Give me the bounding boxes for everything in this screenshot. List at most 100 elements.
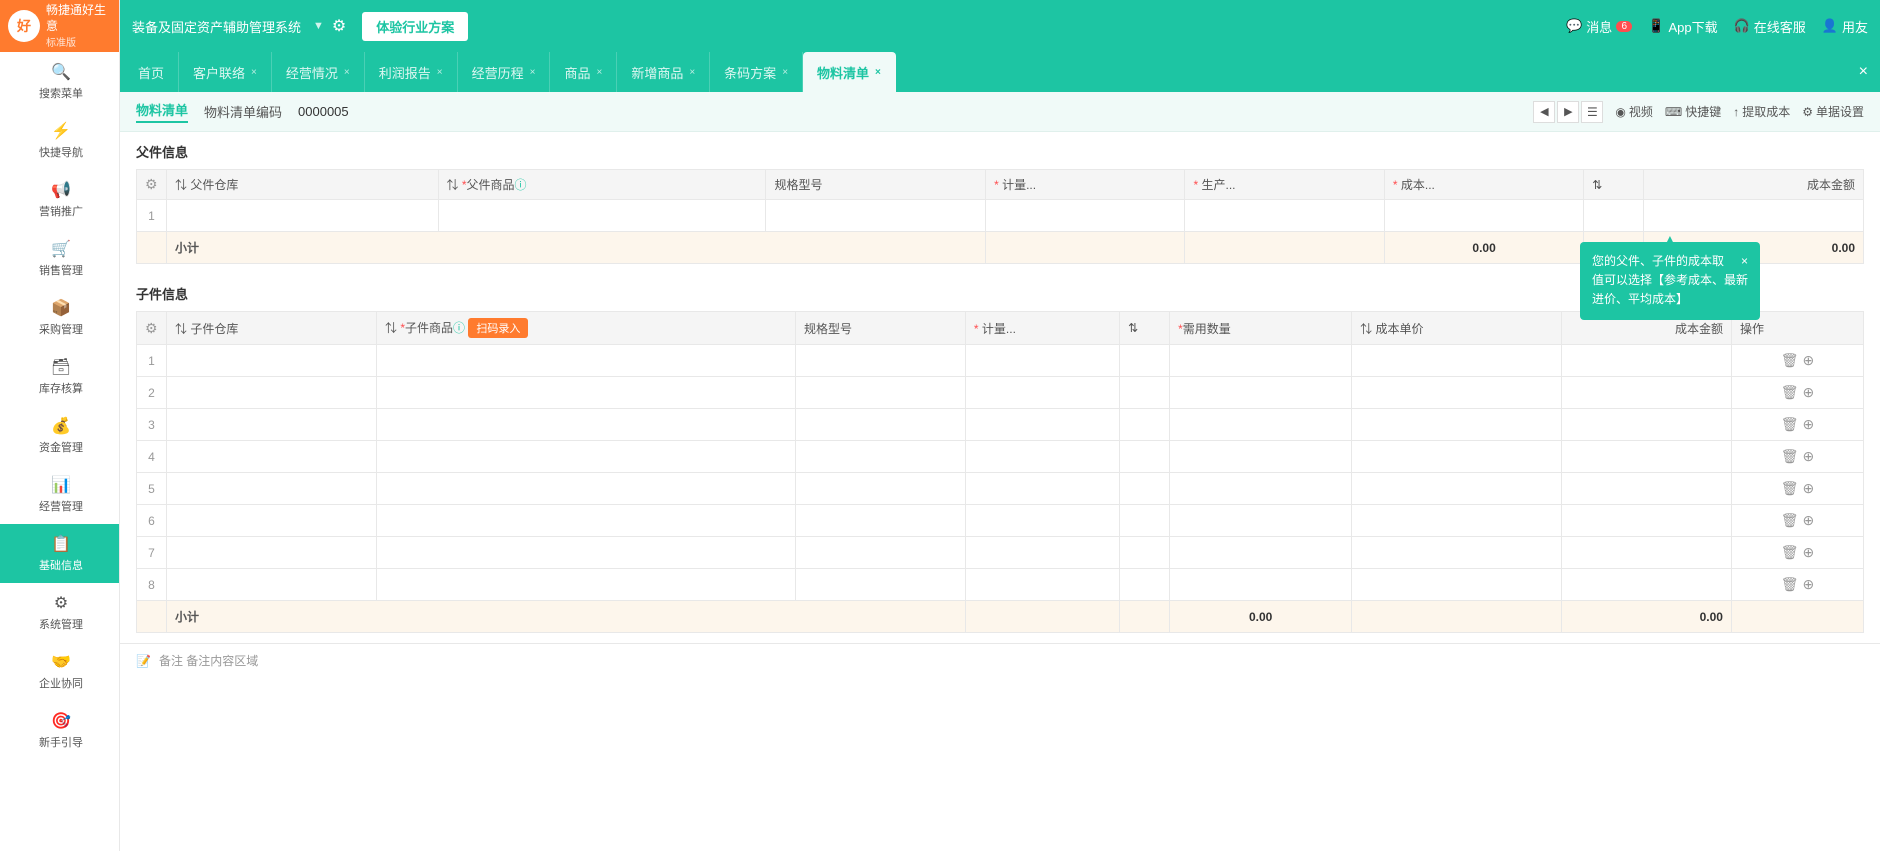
sidebar-item-marketing[interactable]: 📢 营销推广 [0,170,119,229]
child-row-qty[interactable] [1170,505,1352,537]
delete-icon[interactable]: 🗑 [1781,448,1799,465]
trial-button[interactable]: 体验行业方案 [362,12,468,41]
tab-profit-close[interactable]: × [437,67,443,78]
child-row-spec[interactable] [796,505,966,537]
tab-operations-close[interactable]: × [344,67,350,78]
child-row-qty[interactable] [1170,473,1352,505]
copy-icon[interactable]: ⊕ [1803,416,1815,433]
copy-icon[interactable]: ⊕ [1803,384,1815,401]
delete-icon[interactable]: 🗑 [1781,544,1799,561]
copy-icon[interactable]: ⊕ [1803,576,1815,593]
sidebar-item-operations-mgmt[interactable]: 📊 经营管理 [0,465,119,524]
child-th-gear[interactable]: ⚙ [137,312,167,345]
subheader-tab2[interactable]: 物料清单编码 [204,102,282,121]
subheader-tab1[interactable]: 物料清单 [136,100,188,123]
child-row-measure[interactable] [965,505,1119,537]
copy-icon[interactable]: ⊕ [1803,512,1815,529]
sidebar-item-purchase[interactable]: 📦 采购管理 [0,288,119,347]
child-row-unit-cost[interactable] [1352,377,1562,409]
child-row-spec[interactable] [796,345,966,377]
delete-icon[interactable]: 🗑 [1781,576,1799,593]
tab-customer[interactable]: 客户联络 × [179,52,272,92]
tab-history-close[interactable]: × [530,67,536,78]
sidebar-item-quick-nav[interactable]: ⚡ 快捷导航 [0,111,119,170]
child-row-goods[interactable] [376,409,795,441]
child-row-warehouse[interactable] [167,505,377,537]
parent-row-produce[interactable] [1185,200,1384,232]
child-row-unit-cost[interactable] [1352,537,1562,569]
nav-left-button[interactable]: ◀ [1533,101,1555,123]
child-row-spec[interactable] [796,409,966,441]
child-row-warehouse[interactable] [167,569,377,601]
child-row-unit-cost[interactable] [1352,473,1562,505]
tab-new-goods-close[interactable]: × [689,67,695,78]
delete-icon[interactable]: 🗑 [1781,384,1799,401]
parent-row-warehouse[interactable] [167,200,439,232]
tab-home[interactable]: 首页 [124,52,179,92]
child-row-unit-cost[interactable] [1352,569,1562,601]
child-row-spec[interactable] [796,377,966,409]
tab-bom[interactable]: 物料清单 × [803,52,896,92]
child-row-warehouse[interactable] [167,441,377,473]
child-row-goods[interactable] [376,505,795,537]
parent-row-goods[interactable] [438,200,766,232]
nav-right-button[interactable]: ▶ [1557,101,1579,123]
child-row-warehouse[interactable] [167,537,377,569]
action-view[interactable]: ◉ 视频 [1615,103,1653,120]
online-service-item[interactable]: 🎧 在线客服 [1734,17,1806,36]
child-row-unit-cost[interactable] [1352,409,1562,441]
child-row-warehouse[interactable] [167,377,377,409]
tab-history[interactable]: 经营历程 × [458,52,551,92]
tab-barcode-close[interactable]: × [782,67,788,78]
topbar-gear-icon[interactable]: ⚙ [332,16,346,36]
child-row-measure[interactable] [965,409,1119,441]
copy-icon[interactable]: ⊕ [1803,544,1815,561]
child-row-goods[interactable] [376,377,795,409]
child-row-warehouse[interactable] [167,345,377,377]
delete-icon[interactable]: 🗑 [1781,480,1799,497]
child-row-measure[interactable] [965,345,1119,377]
child-row-measure[interactable] [965,377,1119,409]
child-row-unit-cost[interactable] [1352,505,1562,537]
tab-bom-close[interactable]: × [875,67,881,78]
sidebar-item-enterprise[interactable]: 🤝 企业协同 [0,642,119,701]
tab-new-goods[interactable]: 新增商品 × [617,52,710,92]
child-row-unit-cost[interactable] [1352,345,1562,377]
child-row-qty[interactable] [1170,441,1352,473]
child-row-qty[interactable] [1170,345,1352,377]
delete-icon[interactable]: 🗑 [1781,416,1799,433]
child-row-warehouse[interactable] [167,473,377,505]
child-row-qty[interactable] [1170,409,1352,441]
parent-th-gear[interactable]: ⚙ [137,170,167,200]
child-row-measure[interactable] [965,441,1119,473]
parent-row-measure[interactable] [986,200,1185,232]
user-item[interactable]: 👤 用友 [1822,17,1868,36]
tab-barcode[interactable]: 条码方案 × [710,52,803,92]
delete-icon[interactable]: 🗑 [1781,512,1799,529]
tooltip-close-button[interactable]: × [1741,252,1748,271]
child-row-goods[interactable] [376,537,795,569]
child-row-spec[interactable] [796,537,966,569]
child-row-goods[interactable] [376,345,795,377]
sidebar-item-finance[interactable]: 💰 资金管理 [0,406,119,465]
scan-button[interactable]: 扫码录入 [468,318,528,338]
child-row-qty[interactable] [1170,569,1352,601]
messages-item[interactable]: 💬 消息 6 [1566,17,1632,36]
child-row-measure[interactable] [965,537,1119,569]
sidebar-item-basic-info[interactable]: 📋 基础信息 [0,524,119,583]
child-row-qty[interactable] [1170,377,1352,409]
sidebar-item-sales[interactable]: 🛒 销售管理 [0,229,119,288]
copy-icon[interactable]: ⊕ [1803,480,1815,497]
child-row-warehouse[interactable] [167,409,377,441]
sidebar-item-inventory[interactable]: 🗃 库存核算 [0,347,119,406]
sidebar-item-system[interactable]: ⚙ 系统管理 [0,583,119,642]
parent-row-cost[interactable] [1384,200,1583,232]
child-row-goods[interactable] [376,569,795,601]
action-shortcut[interactable]: ⌨ 快捷键 [1665,103,1721,120]
copy-icon[interactable]: ⊕ [1803,448,1815,465]
child-row-unit-cost[interactable] [1352,441,1562,473]
sidebar-item-search[interactable]: 🔍 搜索菜单 [0,52,119,111]
copy-icon[interactable]: ⊕ [1803,352,1815,369]
parent-row-spec[interactable] [766,200,986,232]
tab-operations[interactable]: 经营情况 × [272,52,365,92]
